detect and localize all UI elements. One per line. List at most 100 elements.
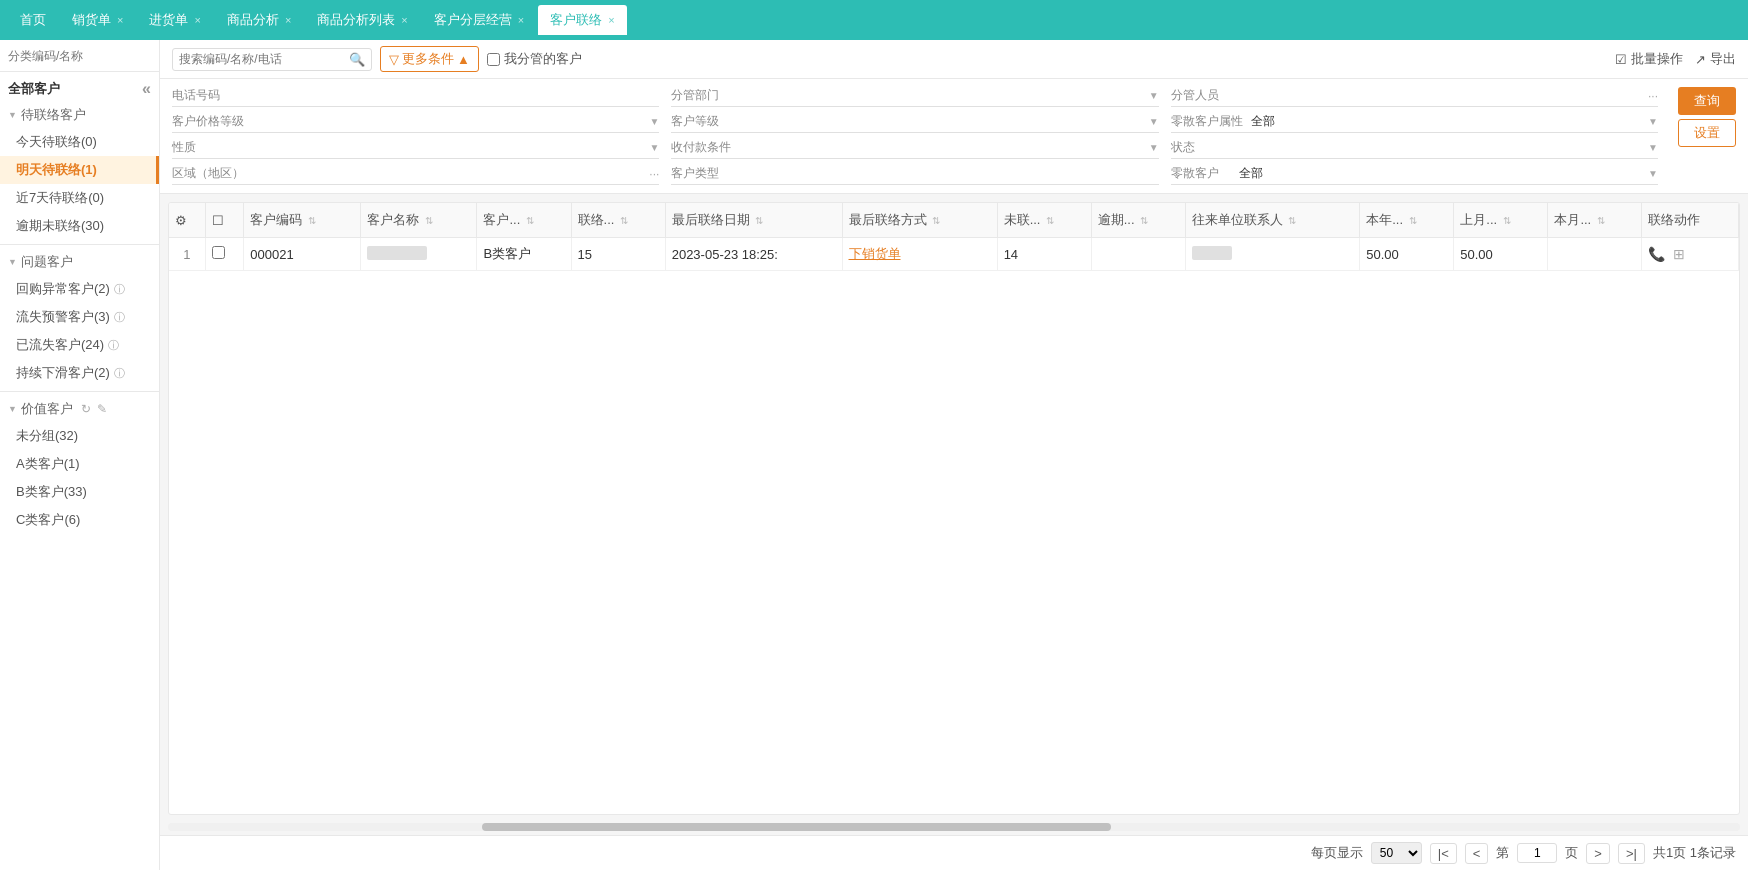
sidebar-item-class-b[interactable]: B类客户(33) (0, 478, 159, 506)
col-overdue[interactable]: 逾期... ⇅ (1091, 203, 1185, 238)
filter-price-arrow[interactable]: ▼ (649, 116, 659, 127)
last-method-link[interactable]: 下销货单 (849, 246, 901, 261)
filter-retail-arrow[interactable]: ▼ (1648, 168, 1658, 179)
close-analysis-icon[interactable]: × (285, 14, 291, 26)
sidebar-item-declining[interactable]: 持续下滑客户(2) ⓘ (0, 359, 159, 387)
top-nav: 首页 销货单 × 进货单 × 商品分析 × 商品分析列表 × 客户分层经营 × … (0, 0, 1748, 40)
per-page-select[interactable]: 50 100 200 (1371, 842, 1422, 864)
query-btn[interactable]: 查询 (1678, 87, 1736, 115)
nav-item-purchaseorder[interactable]: 进货单 × (137, 5, 212, 35)
filter-payment: 收付款条件 ▼ (671, 139, 1158, 159)
more-conditions-btn[interactable]: ▽ 更多条件 ▲ (380, 46, 479, 72)
filter-region-dots[interactable]: ··· (649, 167, 659, 181)
action-phone-icon[interactable]: 📞 (1648, 246, 1665, 262)
main-search-icon[interactable]: 🔍 (349, 52, 365, 67)
nav-item-customerlayer[interactable]: 客户分层经营 × (422, 5, 536, 35)
filter-payment-arrow[interactable]: ▼ (1149, 142, 1159, 153)
sidebar-item-class-a[interactable]: A类客户(1) (0, 450, 159, 478)
col-contacts[interactable]: 联络... ⇅ (571, 203, 665, 238)
col-unlinkdays[interactable]: 未联... ⇅ (997, 203, 1091, 238)
main-search-input[interactable] (179, 52, 345, 66)
filter-manager-dots[interactable]: ··· (1648, 89, 1658, 103)
sidebar-item-today[interactable]: 今天待联络(0) (0, 128, 159, 156)
my-customers-checkbox[interactable] (487, 53, 500, 66)
col-action: 联络动作 (1642, 203, 1739, 238)
col-lastdate-sort: ⇅ (755, 215, 763, 226)
page-input[interactable] (1517, 843, 1557, 863)
col-lastmonth[interactable]: 上月... ⇅ (1454, 203, 1548, 238)
cell-contact (1185, 238, 1359, 271)
nav-item-salesorder[interactable]: 销货单 × (60, 5, 135, 35)
sidebar-item-churn-warning[interactable]: 流失预警客户(3) ⓘ (0, 303, 159, 331)
sidebar-item-7days[interactable]: 近7天待联络(0) (0, 184, 159, 212)
sidebar-search-input[interactable] (8, 49, 158, 63)
col-thismonth[interactable]: 本月... ⇅ (1548, 203, 1642, 238)
value-group-edit-icon[interactable]: ✎ (97, 402, 107, 416)
group-value-customers: 价值客户 ↻ ✎ (0, 396, 159, 422)
cell-check[interactable] (205, 238, 244, 271)
batch-op-btn[interactable]: ☑ 批量操作 (1615, 50, 1683, 68)
col-contact[interactable]: 往来单位联系人 ⇅ (1185, 203, 1359, 238)
col-name[interactable]: 客户名称 ⇅ (360, 203, 477, 238)
sidebar: 🔍 全部客户 « 待联络客户 今天待联络(0) 明天待联络(1) 近7天待联络(… (0, 40, 160, 870)
close-analysislist-icon[interactable]: × (401, 14, 407, 26)
col-contact-sort: ⇅ (1288, 215, 1296, 226)
col-type[interactable]: 客户... ⇅ (477, 203, 571, 238)
filter-nature: 性质 ▼ (172, 139, 659, 159)
value-group-refresh-icon[interactable]: ↻ (81, 402, 91, 416)
close-customercontact-icon[interactable]: × (608, 14, 614, 26)
col-lastmonth-sort: ⇅ (1503, 215, 1511, 226)
action-qr-icon[interactable]: ⊞ (1673, 246, 1685, 262)
close-customerlayer-icon[interactable]: × (518, 14, 524, 26)
filter-cust-type: 客户类型 (671, 165, 1158, 185)
col-name-sort: ⇅ (425, 215, 433, 226)
sidebar-item-overdue-contact[interactable]: 逾期未联络(30) (0, 212, 159, 240)
table-header-row: ⚙ ☐ 客户编码 ⇅ 客户名称 ⇅ 客户... ⇅ (169, 203, 1739, 238)
col-lastdate[interactable]: 最后联络日期 ⇅ (665, 203, 842, 238)
filter-region: 区域（地区） ··· (172, 165, 659, 185)
sidebar-item-churned[interactable]: 已流失客户(24) ⓘ (0, 331, 159, 359)
filter-price-level: 客户价格等级 ▼ (172, 113, 659, 133)
col-code[interactable]: 客户编码 ⇅ (244, 203, 361, 238)
row-checkbox[interactable] (212, 246, 225, 259)
col-gear[interactable]: ⚙ (169, 203, 205, 238)
close-purchaseorder-icon[interactable]: × (194, 14, 200, 26)
nav-item-analysis[interactable]: 商品分析 × (215, 5, 303, 35)
data-table: ⚙ ☐ 客户编码 ⇅ 客户名称 ⇅ 客户... ⇅ (169, 203, 1739, 271)
first-page-btn[interactable]: |< (1430, 843, 1457, 864)
my-customers-checkbox-label[interactable]: 我分管的客户 (487, 50, 582, 68)
sidebar-item-tomorrow[interactable]: 明天待联络(1) (0, 156, 159, 184)
col-type-sort: ⇅ (526, 215, 534, 226)
nav-home[interactable]: 首页 (8, 5, 58, 35)
col-lastmethod[interactable]: 最后联络方式 ⇅ (842, 203, 997, 238)
batch-op-checkbox-icon: ☑ (1615, 52, 1627, 67)
sidebar-item-ungrouped[interactable]: 未分组(32) (0, 422, 159, 450)
filter-nature-arrow[interactable]: ▼ (649, 142, 659, 153)
info-icon-declining: ⓘ (114, 366, 125, 381)
prev-page-btn[interactable]: < (1465, 843, 1489, 864)
filter-manager: 分管人员 ··· (1171, 87, 1658, 107)
sidebar-item-repurchase-abnormal[interactable]: 回购异常客户(2) ⓘ (0, 275, 159, 303)
sidebar-search-wrap: 🔍 (0, 40, 159, 72)
settings-btn[interactable]: 设置 (1678, 119, 1736, 147)
sidebar-item-class-c[interactable]: C类客户(6) (0, 506, 159, 534)
next-page-btn[interactable]: > (1586, 843, 1610, 864)
table-footer: 每页显示 50 100 200 |< < 第 页 > >| 共1页 1条记录 (160, 835, 1748, 870)
sidebar-collapse-icon[interactable]: « (142, 80, 151, 98)
nav-item-analysislist[interactable]: 商品分析列表 × (305, 5, 419, 35)
close-salesorder-icon[interactable]: × (117, 14, 123, 26)
last-page-btn[interactable]: >| (1618, 843, 1645, 864)
filter-status-arrow[interactable]: ▼ (1648, 142, 1658, 153)
filter-retail-attr-arrow[interactable]: ▼ (1648, 116, 1658, 127)
col-check[interactable]: ☐ (205, 203, 244, 238)
h-scrollbar[interactable] (168, 823, 1740, 831)
cell-num: 1 (169, 238, 205, 271)
sidebar-divider-2 (0, 391, 159, 392)
col-yearsales[interactable]: 本年... ⇅ (1360, 203, 1454, 238)
filter-cust-level-arrow[interactable]: ▼ (1149, 116, 1159, 127)
nav-item-customercontact[interactable]: 客户联络 × (538, 5, 626, 35)
filter-dept-arrow[interactable]: ▼ (1149, 90, 1159, 101)
cell-name (360, 238, 477, 271)
export-btn[interactable]: ↗ 导出 (1695, 50, 1736, 68)
cell-lastmethod[interactable]: 下销货单 (842, 238, 997, 271)
